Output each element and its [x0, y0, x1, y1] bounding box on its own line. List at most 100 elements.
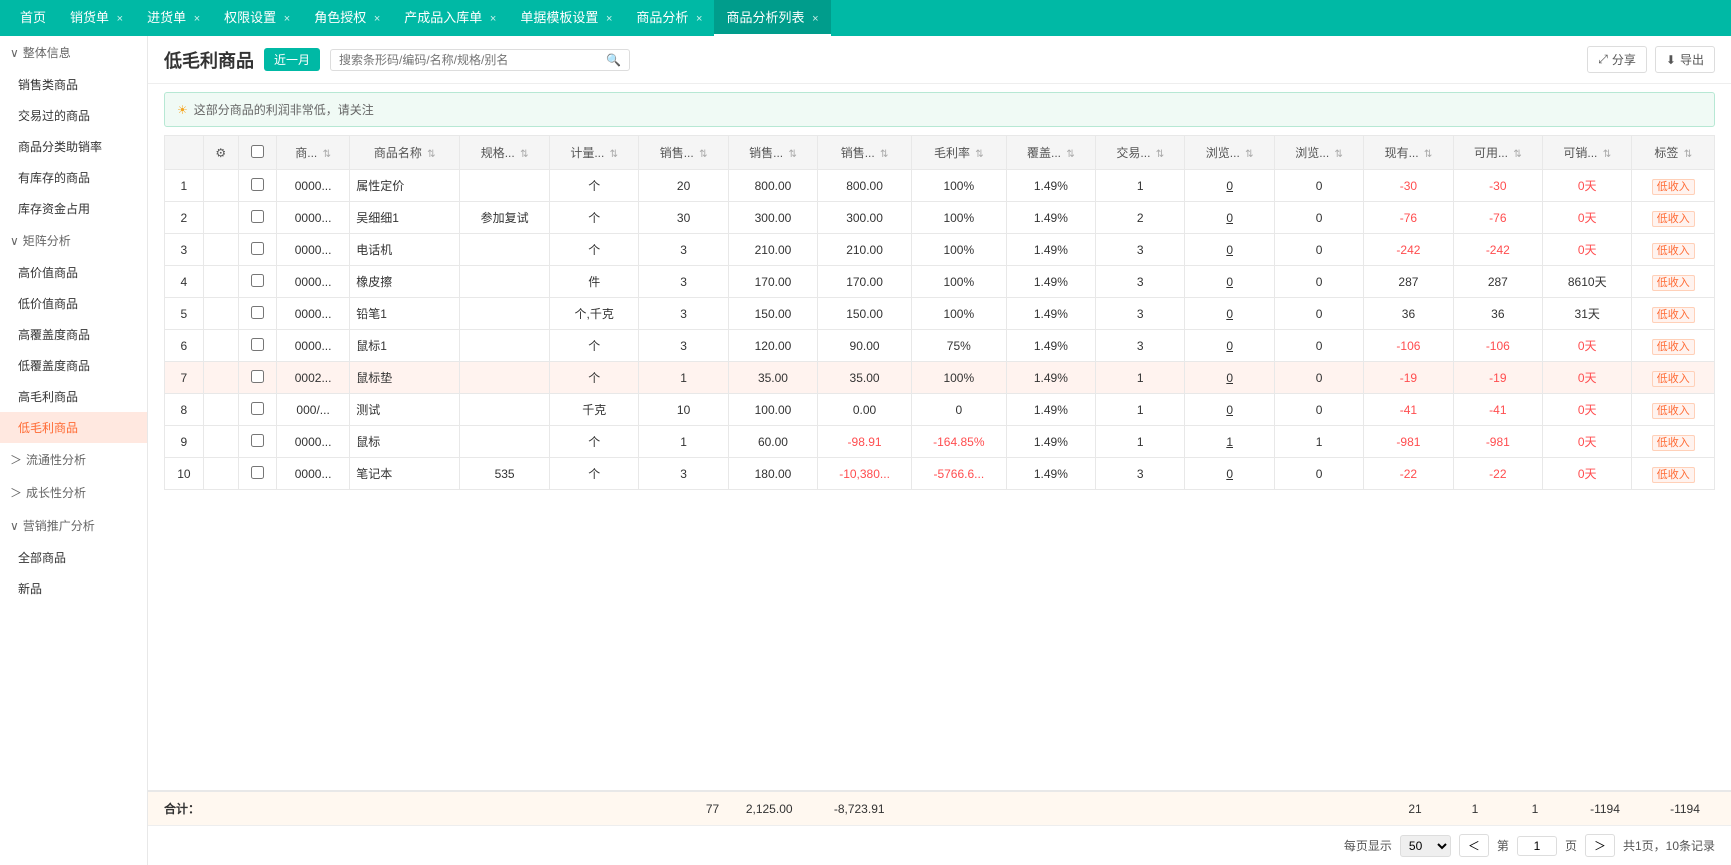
cell-browse1[interactable]: 0: [1185, 234, 1274, 266]
browse1-link[interactable]: 1: [1226, 435, 1233, 449]
col-trade[interactable]: 交易... ⇅: [1096, 136, 1185, 170]
cell-checkbox[interactable]: [238, 266, 276, 298]
close-analysis-icon[interactable]: ×: [696, 13, 702, 25]
select-all-checkbox[interactable]: [251, 145, 264, 158]
sidebar-item-capital[interactable]: 库存资金占用: [0, 193, 147, 224]
row-checkbox[interactable]: [251, 306, 264, 319]
row-checkbox[interactable]: [251, 338, 264, 351]
browse1-link[interactable]: 0: [1226, 243, 1233, 257]
nav-item-analysis[interactable]: 商品分析 ×: [624, 0, 714, 36]
sidebar-item-high-coverage[interactable]: 高覆盖度商品: [0, 319, 147, 350]
cell-browse1[interactable]: 0: [1185, 362, 1274, 394]
browse1-link[interactable]: 0: [1226, 275, 1233, 289]
col-sales-price[interactable]: 销售... ⇅: [728, 136, 817, 170]
col-unit[interactable]: 计量... ⇅: [550, 136, 639, 170]
cell-checkbox[interactable]: [238, 394, 276, 426]
col-saleable[interactable]: 可销... ⇅: [1543, 136, 1632, 170]
row-checkbox[interactable]: [251, 402, 264, 415]
nav-item-permissions[interactable]: 权限设置 ×: [212, 0, 302, 36]
sidebar-item-traded[interactable]: 交易过的商品: [0, 100, 147, 131]
browse1-link[interactable]: 0: [1226, 339, 1233, 353]
cell-browse1[interactable]: 0: [1185, 330, 1274, 362]
nav-item-home[interactable]: 首页: [8, 0, 58, 36]
page-size-select[interactable]: 50 20 100: [1400, 835, 1451, 857]
col-browse1[interactable]: 浏览... ⇅: [1185, 136, 1274, 170]
sidebar-item-sales-products[interactable]: 销售类商品: [0, 69, 147, 100]
export-button[interactable]: ⬇ 导出: [1655, 46, 1715, 73]
browse1-link[interactable]: 0: [1226, 179, 1233, 193]
close-permissions-icon[interactable]: ×: [284, 13, 290, 25]
search-input[interactable]: [339, 53, 606, 67]
col-gross-margin[interactable]: 毛利率 ⇅: [911, 136, 1006, 170]
col-sales-qty[interactable]: 销售... ⇅: [639, 136, 728, 170]
cell-checkbox[interactable]: [238, 298, 276, 330]
next-page-button[interactable]: ＞: [1585, 834, 1615, 857]
sidebar-group-growth[interactable]: ＞ 成长性分析: [0, 476, 147, 509]
sidebar-item-high-margin[interactable]: 高毛利商品: [0, 381, 147, 412]
nav-item-analysis-list[interactable]: 商品分析列表 ×: [714, 0, 830, 36]
prev-page-button[interactable]: ＜: [1459, 834, 1489, 857]
cell-checkbox[interactable]: [238, 330, 276, 362]
share-button[interactable]: ⤢ 分享: [1587, 46, 1647, 73]
sidebar-group-overall[interactable]: ∨ 整体信息: [0, 36, 147, 69]
col-available[interactable]: 可用... ⇅: [1453, 136, 1542, 170]
col-tag[interactable]: 标签 ⇅: [1632, 136, 1715, 170]
nav-item-products[interactable]: 产成品入库单 ×: [392, 0, 508, 36]
sidebar-item-all-products[interactable]: 全部商品: [0, 542, 147, 573]
sidebar-item-high-value[interactable]: 高价值商品: [0, 257, 147, 288]
nav-item-purchase[interactable]: 进货单 ×: [135, 0, 212, 36]
row-checkbox[interactable]: [251, 370, 264, 383]
cell-browse1[interactable]: 0: [1185, 298, 1274, 330]
browse1-link[interactable]: 0: [1226, 371, 1233, 385]
cell-checkbox[interactable]: [238, 234, 276, 266]
browse1-link[interactable]: 0: [1226, 211, 1233, 225]
nav-item-sales[interactable]: 销货单 ×: [58, 0, 135, 36]
close-roles-icon[interactable]: ×: [374, 13, 380, 25]
close-products-icon[interactable]: ×: [490, 13, 496, 25]
row-checkbox[interactable]: [251, 466, 264, 479]
col-name[interactable]: 商品名称 ⇅: [350, 136, 460, 170]
sidebar-item-low-value[interactable]: 低价值商品: [0, 288, 147, 319]
col-current[interactable]: 现有... ⇅: [1364, 136, 1453, 170]
browse1-link[interactable]: 0: [1226, 467, 1233, 481]
cell-checkbox[interactable]: [238, 202, 276, 234]
cell-checkbox[interactable]: [238, 426, 276, 458]
browse1-link[interactable]: 0: [1226, 307, 1233, 321]
sidebar-item-new-products[interactable]: 新品: [0, 573, 147, 604]
cell-browse1[interactable]: 0: [1185, 394, 1274, 426]
col-settings[interactable]: ⚙: [203, 136, 238, 170]
col-spec[interactable]: 规格... ⇅: [460, 136, 550, 170]
search-icon[interactable]: 🔍: [606, 53, 621, 67]
row-checkbox[interactable]: [251, 178, 264, 191]
nav-item-roles[interactable]: 角色授权 ×: [302, 0, 392, 36]
row-checkbox[interactable]: [251, 210, 264, 223]
cell-browse1[interactable]: 1: [1185, 426, 1274, 458]
row-checkbox[interactable]: [251, 274, 264, 287]
cell-checkbox[interactable]: [238, 458, 276, 490]
sidebar-group-marketing[interactable]: ∨ 营销推广分析: [0, 509, 147, 542]
sidebar-group-circulation[interactable]: ＞ 流通性分析: [0, 443, 147, 476]
cell-checkbox[interactable]: [238, 362, 276, 394]
col-sales-amount[interactable]: 销售... ⇅: [818, 136, 912, 170]
cell-checkbox[interactable]: [238, 170, 276, 202]
row-checkbox[interactable]: [251, 242, 264, 255]
cell-browse1[interactable]: 0: [1185, 202, 1274, 234]
close-sales-icon[interactable]: ×: [117, 13, 123, 25]
close-analysis-list-icon[interactable]: ×: [812, 13, 818, 25]
cell-browse1[interactable]: 0: [1185, 458, 1274, 490]
row-checkbox[interactable]: [251, 434, 264, 447]
sidebar-item-in-stock[interactable]: 有库存的商品: [0, 162, 147, 193]
date-filter-button[interactable]: 近一月: [264, 48, 320, 71]
sidebar-item-low-margin[interactable]: 低毛利商品: [0, 412, 147, 443]
sidebar-group-matrix[interactable]: ∨ 矩阵分析: [0, 224, 147, 257]
page-number-input[interactable]: [1517, 836, 1557, 856]
col-coverage[interactable]: 覆盖... ⇅: [1006, 136, 1095, 170]
col-checkbox[interactable]: [238, 136, 276, 170]
cell-browse1[interactable]: 0: [1185, 170, 1274, 202]
cell-browse1[interactable]: 0: [1185, 266, 1274, 298]
close-template-icon[interactable]: ×: [606, 13, 612, 25]
browse1-link[interactable]: 0: [1226, 403, 1233, 417]
nav-item-template[interactable]: 单据模板设置 ×: [508, 0, 624, 36]
col-code[interactable]: 商... ⇅: [277, 136, 350, 170]
col-browse2[interactable]: 浏览... ⇅: [1274, 136, 1363, 170]
